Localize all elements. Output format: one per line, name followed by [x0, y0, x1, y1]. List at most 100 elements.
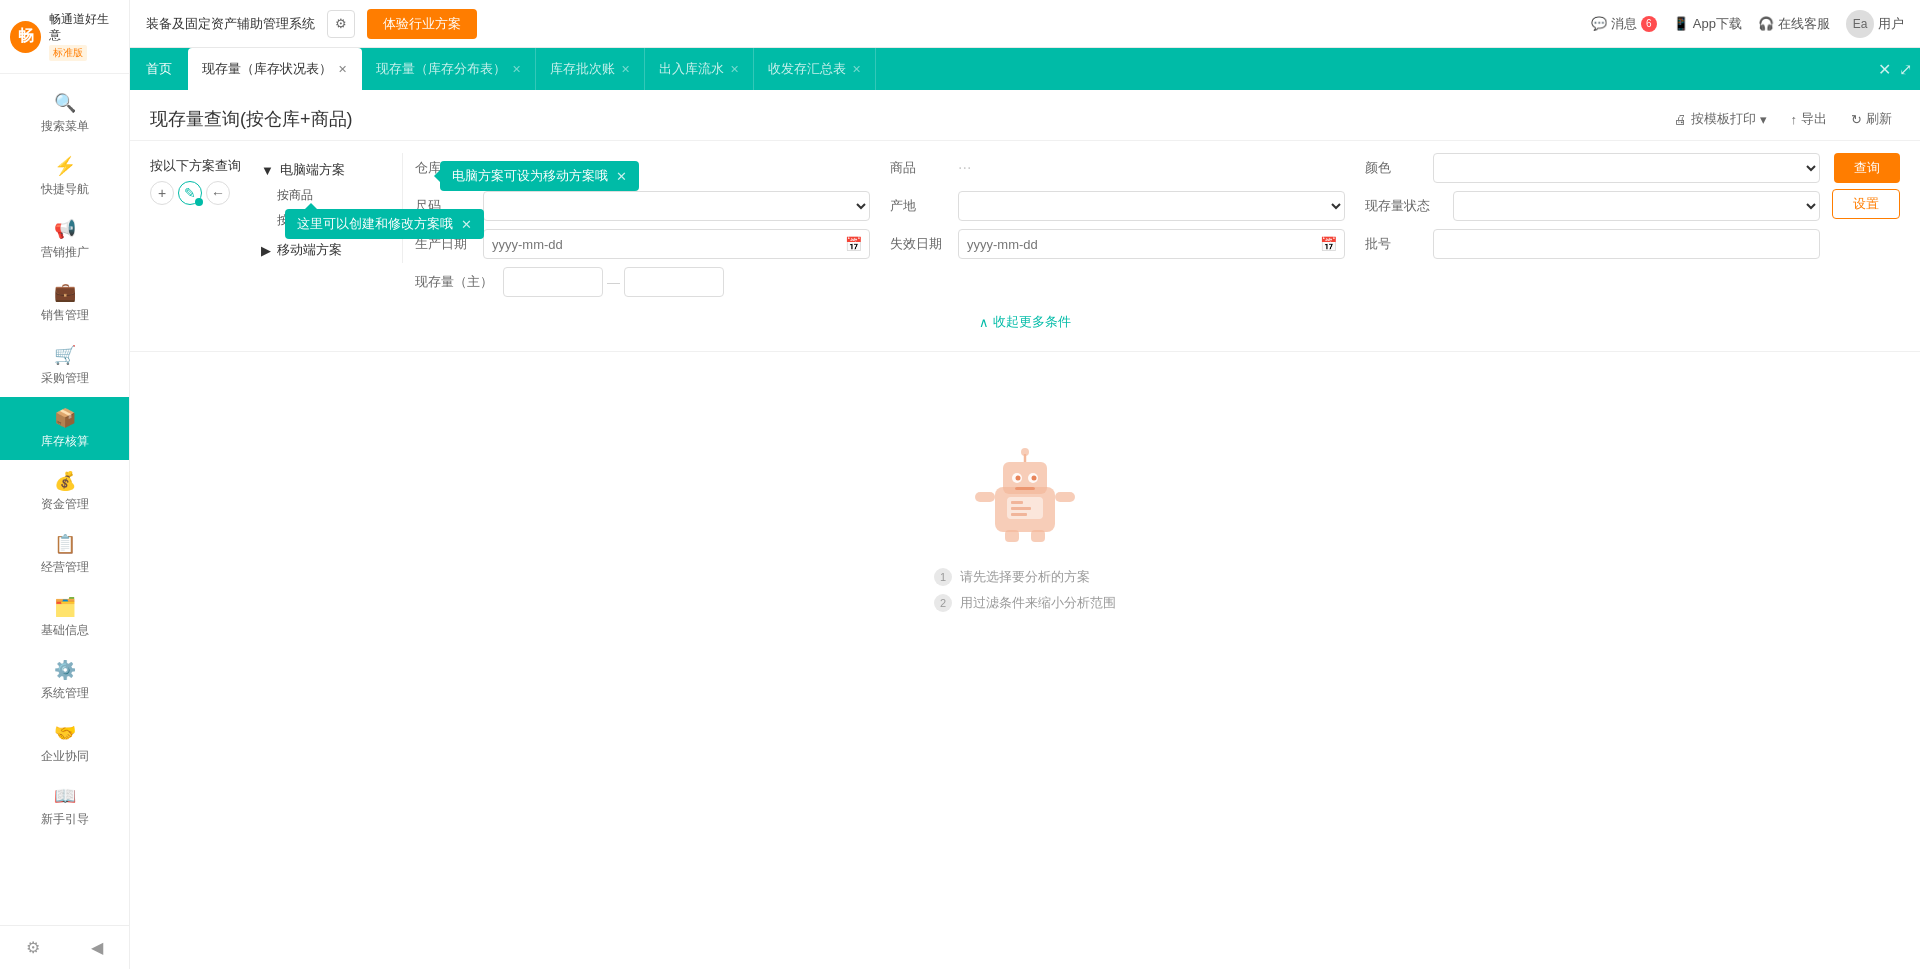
page-title: 现存量查询(按仓库+商品): [150, 107, 353, 131]
add-scheme-btn[interactable]: +: [150, 181, 174, 205]
trial-industry-btn[interactable]: 体验行业方案: [367, 9, 477, 39]
empty-state-illustration: [965, 432, 1085, 552]
tab-home[interactable]: 首页: [130, 60, 188, 78]
export-btn[interactable]: ↑ 导出: [1783, 106, 1836, 132]
sidebar-item-marketing[interactable]: 📢 营销推广: [0, 208, 129, 271]
scheme-pc-root[interactable]: ▼ 电脑端方案: [253, 157, 392, 183]
logo-icon: 畅: [10, 21, 41, 53]
system-title: 装备及固定资产辅助管理系统: [146, 15, 315, 33]
collapse-label: 收起更多条件: [993, 313, 1071, 331]
color-select[interactable]: [1433, 153, 1820, 183]
origin-select[interactable]: [958, 191, 1345, 221]
app-download-btn[interactable]: 📱 App下载: [1673, 15, 1742, 33]
tab-inout-label: 出入库流水: [659, 60, 724, 78]
sidebar-label-quick: 快捷导航: [41, 181, 89, 198]
stock-qty-range: —: [503, 267, 724, 297]
tab-batch[interactable]: 库存批次账 ✕: [536, 48, 645, 90]
print-btn[interactable]: 🖨 按模板打印 ▾: [1666, 106, 1775, 132]
tooltip2-close[interactable]: ✕: [461, 217, 472, 232]
expiry-date-input-wrap: 📅: [958, 229, 1345, 259]
scheme-by-product[interactable]: 按商品: [269, 183, 392, 208]
expiry-date-input[interactable]: [958, 229, 1345, 259]
tip-num1: 1: [934, 568, 952, 586]
tab-inout[interactable]: 出入库流水 ✕: [645, 48, 754, 90]
user-avatar: Ea: [1846, 10, 1874, 38]
stock-qty-max[interactable]: [624, 267, 724, 297]
edit-scheme-icon: ✎: [184, 185, 196, 201]
sidebar-item-assets[interactable]: 💰 资金管理: [0, 460, 129, 523]
notifications-btn[interactable]: 💬 消息 6: [1591, 15, 1657, 33]
mobile-scheme-label: 移动端方案: [277, 241, 342, 259]
pc-scheme-label: 电脑端方案: [280, 161, 345, 179]
tab-batch-close[interactable]: ✕: [621, 63, 630, 76]
refresh-btn[interactable]: ↻ 刷新: [1843, 106, 1900, 132]
sidebar-item-purchase[interactable]: 🛒 采购管理: [0, 334, 129, 397]
sidebar-item-sales[interactable]: 💼 销售管理: [0, 271, 129, 334]
sidebar-item-guide[interactable]: 📖 新手引导: [0, 775, 129, 838]
svg-rect-10: [1055, 492, 1075, 502]
collapse-arrow-icon: ∧: [979, 315, 989, 330]
prod-date-input[interactable]: [483, 229, 870, 259]
sidebar-item-inventory[interactable]: 📦 库存核算: [0, 397, 129, 460]
sidebar-item-basic[interactable]: 🗂️ 基础信息: [0, 586, 129, 649]
tab-inventory-status-close[interactable]: ✕: [338, 63, 347, 76]
arrow-scheme-btn[interactable]: ←: [206, 181, 230, 205]
pc-arrow: ▼: [261, 163, 274, 178]
settings-footer-btn[interactable]: ⚙: [26, 938, 40, 957]
sidebar-item-operations[interactable]: 📋 经营管理: [0, 523, 129, 586]
sidebar-label-marketing: 营销推广: [41, 244, 89, 261]
sidebar-label-sales: 销售管理: [41, 307, 89, 324]
calendar-icon-expiry[interactable]: 📅: [1320, 236, 1337, 252]
tab-inventory-status[interactable]: 现存量（库存状况表） ✕: [188, 48, 362, 90]
sidebar-item-system[interactable]: ⚙️ 系统管理: [0, 649, 129, 712]
empty-tip2: 2 用过滤条件来缩小分析范围: [934, 594, 1116, 612]
tab-close-all-btn[interactable]: ✕: [1878, 60, 1891, 79]
sidebar-item-enterprise[interactable]: 🤝 企业协同: [0, 712, 129, 775]
scheme-mobile-root[interactable]: ▶ 移动端方案: [253, 237, 392, 263]
tab-inout-close[interactable]: ✕: [730, 63, 739, 76]
sidebar-item-search[interactable]: 🔍 搜索菜单: [0, 82, 129, 145]
svg-point-8: [1021, 448, 1029, 456]
tab-summary-close[interactable]: ✕: [852, 63, 861, 76]
sidebar-label-operations: 经营管理: [41, 559, 89, 576]
tab-inventory-status-label: 现存量（库存状况表）: [202, 60, 332, 78]
sidebar-item-quick[interactable]: ⚡ 快捷导航: [0, 145, 129, 208]
refresh-label: 刷新: [1866, 110, 1892, 128]
topbar-settings-btn[interactable]: ⚙: [327, 10, 355, 38]
mobile-arrow: ▶: [261, 243, 271, 258]
tooltip1-close[interactable]: ✕: [616, 169, 627, 184]
purchase-icon: 🛒: [54, 344, 76, 366]
expiry-date-label: 失效日期: [890, 235, 950, 253]
sidebar-label-system: 系统管理: [41, 685, 89, 702]
batch-input[interactable]: [1433, 229, 1820, 259]
collapse-sidebar-btn[interactable]: ◀: [91, 938, 103, 957]
product-dots[interactable]: ···: [958, 159, 1345, 177]
tab-inventory-dist-close[interactable]: ✕: [512, 63, 521, 76]
notification-count: 6: [1641, 16, 1657, 32]
filter-collapse-btn[interactable]: ∧ 收起更多条件: [150, 305, 1900, 339]
sales-icon: 💼: [54, 281, 76, 303]
online-support-btn[interactable]: 🎧 在线客服: [1758, 15, 1830, 33]
field-color: 颜色: [1365, 153, 1820, 183]
size-select[interactable]: [483, 191, 870, 221]
search-btn[interactable]: 查询: [1834, 153, 1900, 183]
topbar-left: 装备及固定资产辅助管理系统 ⚙ 体验行业方案: [146, 9, 477, 39]
stock-status-select[interactable]: [1453, 191, 1820, 221]
topbar-right: 💬 消息 6 📱 App下载 🎧 在线客服 Ea 用户: [1591, 10, 1904, 38]
batch-label: 批号: [1365, 235, 1425, 253]
refresh-icon: ↻: [1851, 112, 1862, 127]
set-btn[interactable]: 设置: [1832, 189, 1900, 219]
logo-text-area: 畅通道好生意 标准版: [49, 12, 119, 61]
export-icon: ↑: [1791, 112, 1798, 127]
stock-qty-min[interactable]: [503, 267, 603, 297]
inventory-icon: 📦: [54, 407, 76, 429]
tab-summary[interactable]: 收发存汇总表 ✕: [754, 48, 876, 90]
tab-inventory-dist[interactable]: 现存量（库存分布表） ✕: [362, 48, 536, 90]
user-menu-btn[interactable]: Ea 用户: [1846, 10, 1904, 38]
stock-status-label: 现存量状态: [1365, 197, 1445, 215]
tab-maximize-btn[interactable]: ⤢: [1899, 60, 1912, 79]
calendar-icon-prod[interactable]: 📅: [845, 236, 862, 252]
print-label: 按模板打印: [1691, 110, 1756, 128]
app-download-label: App下载: [1693, 15, 1742, 33]
edit-scheme-btn[interactable]: ✎: [178, 181, 202, 205]
